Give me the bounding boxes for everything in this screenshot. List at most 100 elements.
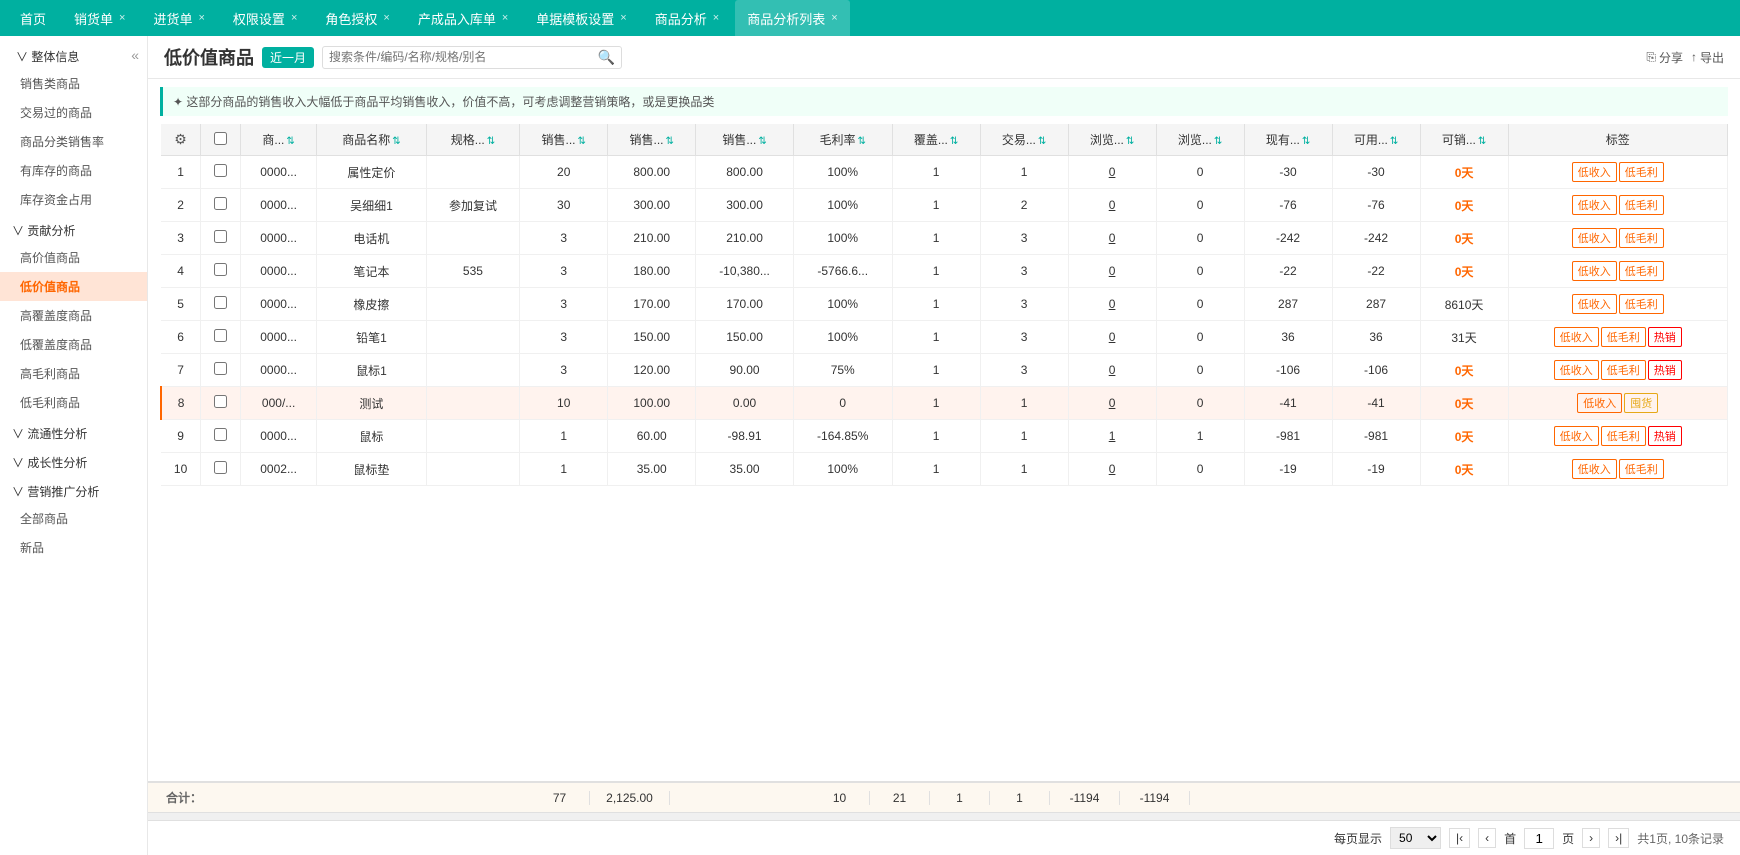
row-checkbox[interactable] <box>214 197 227 210</box>
period-button[interactable]: 近一月 <box>262 47 314 68</box>
td-available: -30 <box>1332 156 1420 189</box>
nav-tab-analysis-list[interactable]: 商品分析列表 × <box>735 0 849 36</box>
th-current-stock[interactable]: 现有...⇅ <box>1244 124 1332 156</box>
th-name[interactable]: 商品名称⇅ <box>317 124 426 156</box>
sidebar-item-high-value[interactable]: 高价值商品 <box>0 243 147 272</box>
th-available[interactable]: 可用...⇅ <box>1332 124 1420 156</box>
row-checkbox[interactable] <box>214 428 227 441</box>
nav-tab-purchase[interactable]: 进货单 × <box>141 0 216 36</box>
settings-icon[interactable]: ⚙ <box>174 131 187 147</box>
nav-tab-roles[interactable]: 角色授权 × <box>313 0 401 36</box>
sidebar-item-stock-goods[interactable]: 有库存的商品 <box>0 156 147 185</box>
close-icon[interactable]: × <box>502 12 508 24</box>
th-gross-margin[interactable]: 毛利率⇅ <box>793 124 892 156</box>
view1-link[interactable]: 0 <box>1109 231 1116 245</box>
next-page-button[interactable]: › <box>1582 828 1600 848</box>
share-button[interactable]: ⎘ 分享 <box>1646 49 1683 66</box>
close-icon[interactable]: × <box>620 12 626 24</box>
row-checkbox[interactable] <box>214 362 227 375</box>
sidebar-group-liquidity[interactable]: ∨ 流通性分析 <box>0 417 147 446</box>
view1-link[interactable]: 0 <box>1109 165 1116 179</box>
td-name: 鼠标 <box>317 420 426 453</box>
prev-page-button[interactable]: ‹ <box>1478 828 1496 848</box>
view1-link[interactable]: 0 <box>1109 264 1116 278</box>
sidebar-item-stock-capital[interactable]: 库存资金占用 <box>0 185 147 214</box>
close-icon[interactable]: × <box>291 12 297 24</box>
td-spec <box>426 222 520 255</box>
th-sales-price[interactable]: 销售...⇅ <box>696 124 794 156</box>
table-wrapper[interactable]: ⚙ 商...⇅ 商品名称⇅ 规格...⇅ 销售...⇅ 销售...⇅ 销售...… <box>148 124 1740 781</box>
nav-tab-finished[interactable]: 产成品入库单 × <box>406 0 520 36</box>
sidebar-collapse-button[interactable]: « <box>127 43 143 67</box>
row-checkbox[interactable] <box>214 164 227 177</box>
nav-tab-permissions[interactable]: 权限设置 × <box>221 0 309 36</box>
per-page-select[interactable]: 50 100 200 <box>1390 827 1441 849</box>
close-icon[interactable]: × <box>119 12 125 24</box>
td-sales-qty: 3 <box>520 354 608 387</box>
sidebar-item-low-coverage[interactable]: 低覆盖度商品 <box>0 330 147 359</box>
close-icon[interactable]: × <box>383 12 389 24</box>
close-icon[interactable]: × <box>713 12 719 24</box>
view1-link[interactable]: 0 <box>1109 462 1116 476</box>
tag-badge: 低毛利 <box>1619 459 1664 479</box>
th-trade[interactable]: 交易...⇅ <box>980 124 1068 156</box>
view1-link[interactable]: 0 <box>1109 363 1116 377</box>
th-saleable[interactable]: 可销...⇅ <box>1420 124 1508 156</box>
th-view1[interactable]: 浏览...⇅ <box>1068 124 1156 156</box>
export-button[interactable]: ↑ 导出 <box>1691 49 1724 66</box>
close-icon[interactable]: × <box>198 12 204 24</box>
sidebar-item-new-goods[interactable]: 新品 <box>0 533 147 562</box>
sidebar-item-traded-goods[interactable]: 交易过的商品 <box>0 98 147 127</box>
row-checkbox[interactable] <box>214 263 227 276</box>
first-page-button[interactable]: |‹ <box>1449 828 1470 848</box>
nav-tab-templates[interactable]: 单据模板设置 × <box>524 0 638 36</box>
th-spec[interactable]: 规格...⇅ <box>426 124 520 156</box>
close-icon[interactable]: × <box>831 12 837 24</box>
th-sales-amount[interactable]: 销售...⇅ <box>608 124 696 156</box>
td-gross-margin: 100% <box>793 156 892 189</box>
th-settings[interactable]: ⚙ <box>161 124 201 156</box>
row-checkbox[interactable] <box>214 395 227 408</box>
nav-tab-sales[interactable]: 销货单 × <box>62 0 137 36</box>
view1-link[interactable]: 0 <box>1109 330 1116 344</box>
search-input[interactable] <box>329 50 594 64</box>
horizontal-scrollbar[interactable] <box>148 812 1740 820</box>
th-sales-qty[interactable]: 销售...⇅ <box>520 124 608 156</box>
sidebar-group-overall[interactable]: ∨ 整体信息 <box>4 40 91 69</box>
row-checkbox[interactable] <box>214 329 227 342</box>
td-no: 10 <box>161 453 201 486</box>
page-number-input[interactable] <box>1524 828 1554 849</box>
row-checkbox[interactable] <box>214 461 227 474</box>
th-coverage[interactable]: 覆盖...⇅ <box>892 124 980 156</box>
nav-tab-analysis[interactable]: 商品分析 × <box>643 0 731 36</box>
search-icon[interactable]: 🔍 <box>598 49 615 66</box>
sidebar-item-all-goods[interactable]: 全部商品 <box>0 504 147 533</box>
sidebar-item-low-profit[interactable]: 低毛利商品 <box>0 388 147 417</box>
td-view1: 0 <box>1068 321 1156 354</box>
td-sales-amount: 120.00 <box>608 354 696 387</box>
row-checkbox[interactable] <box>214 230 227 243</box>
sidebar-item-sales-goods[interactable]: 销售类商品 <box>0 69 147 98</box>
th-view2[interactable]: 浏览...⇅ <box>1156 124 1244 156</box>
th-code[interactable]: 商...⇅ <box>241 124 317 156</box>
sidebar-item-high-coverage[interactable]: 高覆盖度商品 <box>0 301 147 330</box>
last-page-button[interactable]: ›| <box>1608 828 1629 848</box>
td-current-stock: 287 <box>1244 288 1332 321</box>
sidebar-item-category-rate[interactable]: 商品分类销售率 <box>0 127 147 156</box>
sidebar-group-marketing[interactable]: ∨ 营销推广分析 <box>0 475 147 504</box>
tag-badge: 低收入 <box>1572 228 1617 248</box>
view1-link[interactable]: 0 <box>1109 198 1116 212</box>
sidebar-group-growth[interactable]: ∨ 成长性分析 <box>0 446 147 475</box>
view1-link[interactable]: 0 <box>1109 396 1116 410</box>
nav-tab-home[interactable]: 首页 <box>8 0 58 36</box>
sidebar-group-contribution[interactable]: ∨ 贡献分析 <box>0 214 147 243</box>
sidebar-item-high-profit[interactable]: 高毛利商品 <box>0 359 147 388</box>
td-sales-price: -98.91 <box>696 420 794 453</box>
row-checkbox[interactable] <box>214 296 227 309</box>
td-view1: 0 <box>1068 189 1156 222</box>
td-no: 6 <box>161 321 201 354</box>
sidebar-item-low-value[interactable]: 低价值商品 <box>0 272 147 301</box>
view1-link[interactable]: 1 <box>1109 429 1116 443</box>
view1-link[interactable]: 0 <box>1109 297 1116 311</box>
select-all-checkbox[interactable] <box>214 132 227 145</box>
